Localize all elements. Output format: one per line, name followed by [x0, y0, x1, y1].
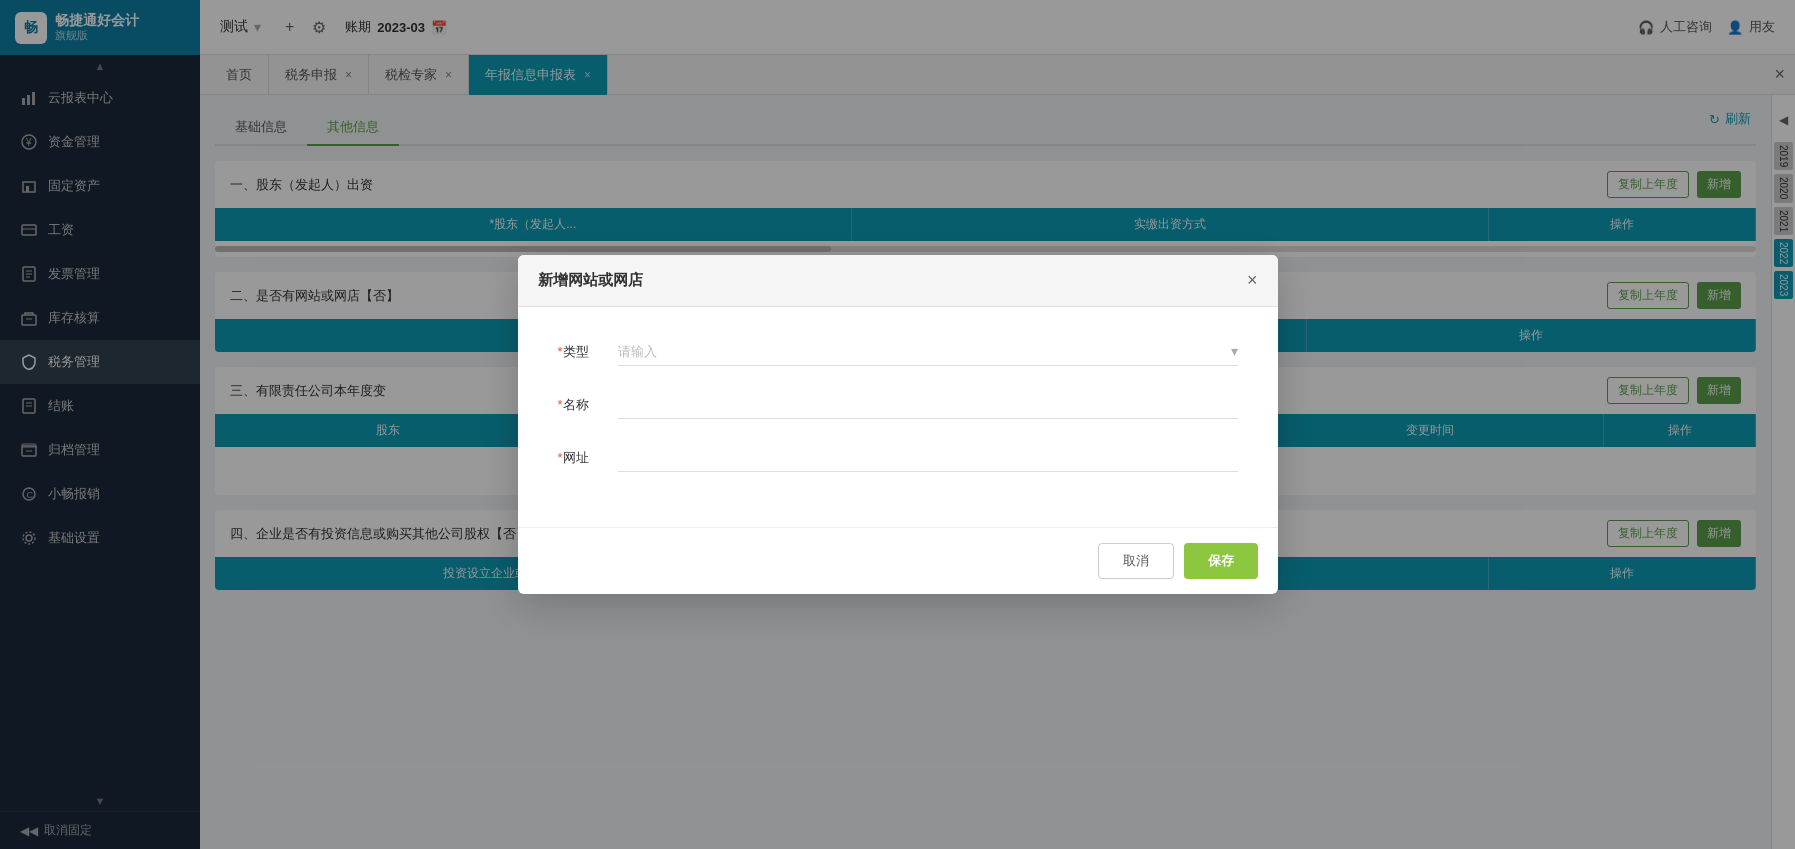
form-input-name-wrap	[618, 391, 1238, 419]
modal-cancel-button[interactable]: 取消	[1098, 543, 1174, 579]
form-input-url-wrap	[618, 444, 1238, 472]
modal-title: 新增网站或网店	[538, 271, 643, 290]
form-label-url: *网址	[558, 449, 618, 467]
type-input[interactable]	[618, 344, 1231, 359]
form-label-type: *类型	[558, 343, 618, 361]
name-input[interactable]	[618, 397, 1238, 412]
form-field-type: *类型 ▾	[558, 337, 1238, 366]
form-field-url: *网址	[558, 444, 1238, 472]
modal-overlay: 新增网站或网店 × *类型 ▾ *名称	[0, 0, 1795, 849]
type-dropdown-icon[interactable]: ▾	[1231, 343, 1238, 359]
modal-add-website: 新增网站或网店 × *类型 ▾ *名称	[518, 255, 1278, 594]
form-label-name: *名称	[558, 396, 618, 414]
modal-header: 新增网站或网店 ×	[518, 255, 1278, 307]
url-input[interactable]	[618, 450, 1238, 465]
modal-footer: 取消 保存	[518, 527, 1278, 594]
modal-body: *类型 ▾ *名称 *网址	[518, 307, 1278, 527]
modal-save-button[interactable]: 保存	[1184, 543, 1258, 579]
form-field-name: *名称	[558, 391, 1238, 419]
form-input-type-wrap: ▾	[618, 337, 1238, 366]
modal-close-button[interactable]: ×	[1247, 270, 1258, 291]
